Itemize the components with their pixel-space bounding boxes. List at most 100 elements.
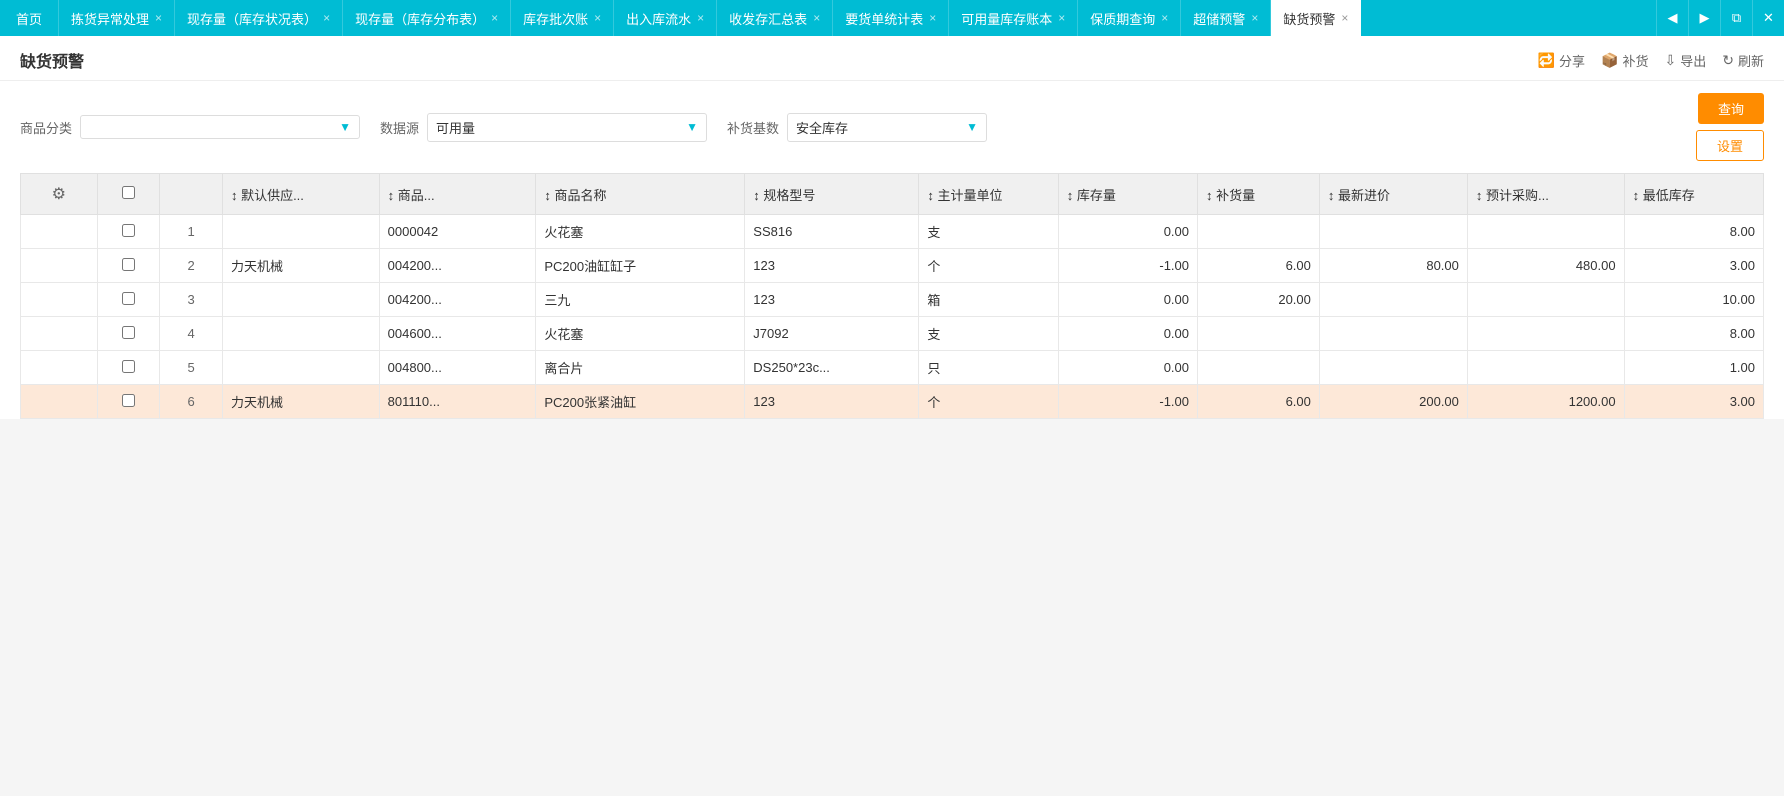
tab-1-close[interactable]: × <box>155 11 162 25</box>
th-code-label: ↕ 商品... <box>388 188 435 203</box>
td-code-3: 004600... <box>379 317 536 351</box>
td-code-2: 004200... <box>379 283 536 317</box>
td-stock-4: 0.00 <box>1058 351 1197 385</box>
table-body: 1 0000042 火花塞 SS816 支 0.00 8.00 2 力天机械 0… <box>21 215 1764 419</box>
td-minstock-2: 10.00 <box>1624 283 1763 317</box>
td-supplier-5: 力天机械 <box>222 385 379 419</box>
td-unit-2: 箱 <box>919 283 1058 317</box>
td-purchase-5: 1200.00 <box>1467 385 1624 419</box>
datasource-select[interactable]: 可用量 ▼ <box>427 113 707 142</box>
tab-10[interactable]: 超储预警 × <box>1181 0 1271 36</box>
row-checkbox-3[interactable] <box>122 326 135 339</box>
refresh-button[interactable]: ↻ 刷新 <box>1722 51 1764 70</box>
tab-5[interactable]: 出入库流水 × <box>614 0 717 36</box>
row-checkbox-5[interactable] <box>122 394 135 407</box>
replenish-select[interactable]: 安全库存 ▼ <box>787 113 987 142</box>
nav-prev-button[interactable]: ◀ <box>1656 0 1688 36</box>
td-price-0 <box>1319 215 1467 249</box>
td-check-4 <box>97 351 160 385</box>
replenish-button[interactable]: 📦 补货 <box>1601 51 1648 70</box>
row-checkbox-4[interactable] <box>122 360 135 373</box>
td-stock-2: 0.00 <box>1058 283 1197 317</box>
table-row: 3 004200... 三九 123 箱 0.00 20.00 10.00 <box>21 283 1764 317</box>
td-replenish-1: 6.00 <box>1198 249 1320 283</box>
settings-button[interactable]: 设置 <box>1696 130 1764 161</box>
th-code: ↕ 商品... <box>379 174 536 215</box>
tab-8-close[interactable]: × <box>1058 11 1065 25</box>
row-checkbox-2[interactable] <box>122 292 135 305</box>
tab-6-close[interactable]: × <box>813 11 820 25</box>
table-row: 4 004600... 火花塞 J7092 支 0.00 8.00 <box>21 317 1764 351</box>
tab-11[interactable]: 缺货预警 × <box>1271 0 1361 36</box>
nav-close-icon: ✕ <box>1763 10 1774 26</box>
th-supplier: ↕ 默认供应... <box>222 174 379 215</box>
nav-close-button[interactable]: ✕ <box>1752 0 1784 36</box>
select-all-checkbox[interactable] <box>122 186 135 199</box>
row-checkbox-1[interactable] <box>122 258 135 271</box>
category-select[interactable]: ▼ <box>80 115 360 139</box>
datasource-filter-group: 数据源 可用量 ▼ <box>380 113 707 142</box>
td-spec-5: 123 <box>745 385 919 419</box>
tab-7[interactable]: 要货单统计表 × <box>833 0 949 36</box>
td-unit-4: 只 <box>919 351 1058 385</box>
tab-10-close[interactable]: × <box>1251 11 1258 25</box>
column-settings-button[interactable]: ⚙ <box>47 182 71 206</box>
tab-8[interactable]: 可用量库存账本 × <box>949 0 1078 36</box>
tab-9-label: 保质期查询 <box>1090 9 1155 28</box>
td-spec-3: J7092 <box>745 317 919 351</box>
category-label: 商品分类 <box>20 118 72 137</box>
td-purchase-2 <box>1467 283 1624 317</box>
tab-3[interactable]: 现存量（库存分布表） × <box>343 0 511 36</box>
data-table: ⚙ ↕ 默认供应... ↕ 商品... ↕ 商品名称 <box>20 173 1764 419</box>
tab-10-label: 超储预警 <box>1193 9 1245 28</box>
query-button[interactable]: 查询 <box>1698 93 1764 124</box>
tab-9-close[interactable]: × <box>1161 11 1168 25</box>
tab-7-close[interactable]: × <box>929 11 936 25</box>
tab-5-label: 出入库流水 <box>626 9 691 28</box>
th-price: ↕ 最新进价 <box>1319 174 1467 215</box>
td-name-5: PC200张紧油缸 <box>536 385 745 419</box>
td-replenish-0 <box>1198 215 1320 249</box>
tab-8-label: 可用量库存账本 <box>961 9 1052 28</box>
export-icon: ⇩ <box>1665 52 1677 69</box>
tab-home[interactable]: 首页 <box>0 0 59 36</box>
td-name-2: 三九 <box>536 283 745 317</box>
share-button[interactable]: 🔁 分享 <box>1538 51 1585 70</box>
th-gear: ⚙ <box>21 174 98 215</box>
td-stock-1: -1.00 <box>1058 249 1197 283</box>
filter-area: 商品分类 ▼ 数据源 可用量 ▼ 补货基数 安全库存 ▼ 查询 设置 <box>0 81 1784 173</box>
replenish-base-label: 补货基数 <box>727 118 779 137</box>
th-supplier-label: ↕ 默认供应... <box>231 188 304 203</box>
tab-2-close[interactable]: × <box>323 11 330 25</box>
th-unit-label: ↕ 主计量单位 <box>927 188 1002 203</box>
tab-1[interactable]: 拣货异常处理 × <box>59 0 175 36</box>
tab-11-close[interactable]: × <box>1341 11 1348 25</box>
table-row: 5 004800... 离合片 DS250*23c... 只 0.00 1.00 <box>21 351 1764 385</box>
tab-3-label: 现存量（库存分布表） <box>355 9 485 28</box>
tab-9[interactable]: 保质期查询 × <box>1078 0 1181 36</box>
row-checkbox-0[interactable] <box>122 224 135 237</box>
td-price-3 <box>1319 317 1467 351</box>
tab-2[interactable]: 现存量（库存状况表） × <box>175 0 343 36</box>
td-gear-4 <box>21 351 98 385</box>
td-supplier-0 <box>222 215 379 249</box>
th-purchase: ↕ 预计采购... <box>1467 174 1624 215</box>
tab-3-close[interactable]: × <box>491 11 498 25</box>
tab-5-close[interactable]: × <box>697 11 704 25</box>
td-stock-0: 0.00 <box>1058 215 1197 249</box>
td-stock-3: 0.00 <box>1058 317 1197 351</box>
tab-4-close[interactable]: × <box>594 11 601 25</box>
nav-window-button[interactable]: ⧉ <box>1720 0 1752 36</box>
tab-6[interactable]: 收发存汇总表 × <box>717 0 833 36</box>
share-icon: 🔁 <box>1538 52 1555 69</box>
tab-4[interactable]: 库存批次账 × <box>511 0 614 36</box>
filter-right-actions: 查询 设置 <box>1696 93 1764 161</box>
table-header-row: ⚙ ↕ 默认供应... ↕ 商品... ↕ 商品名称 <box>21 174 1764 215</box>
export-button[interactable]: ⇩ 导出 <box>1665 51 1707 70</box>
td-spec-2: 123 <box>745 283 919 317</box>
td-unit-1: 个 <box>919 249 1058 283</box>
th-purchase-label: ↕ 预计采购... <box>1476 188 1549 203</box>
nav-next-button[interactable]: ▶ <box>1688 0 1720 36</box>
td-price-2 <box>1319 283 1467 317</box>
td-minstock-5: 3.00 <box>1624 385 1763 419</box>
